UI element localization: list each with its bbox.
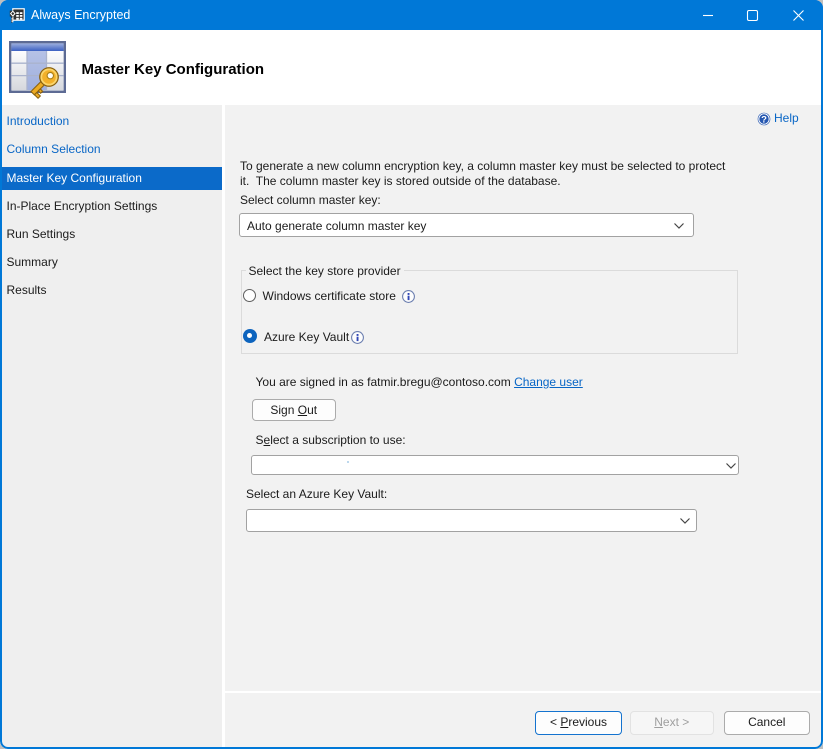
svg-text:?: ?: [761, 114, 767, 125]
